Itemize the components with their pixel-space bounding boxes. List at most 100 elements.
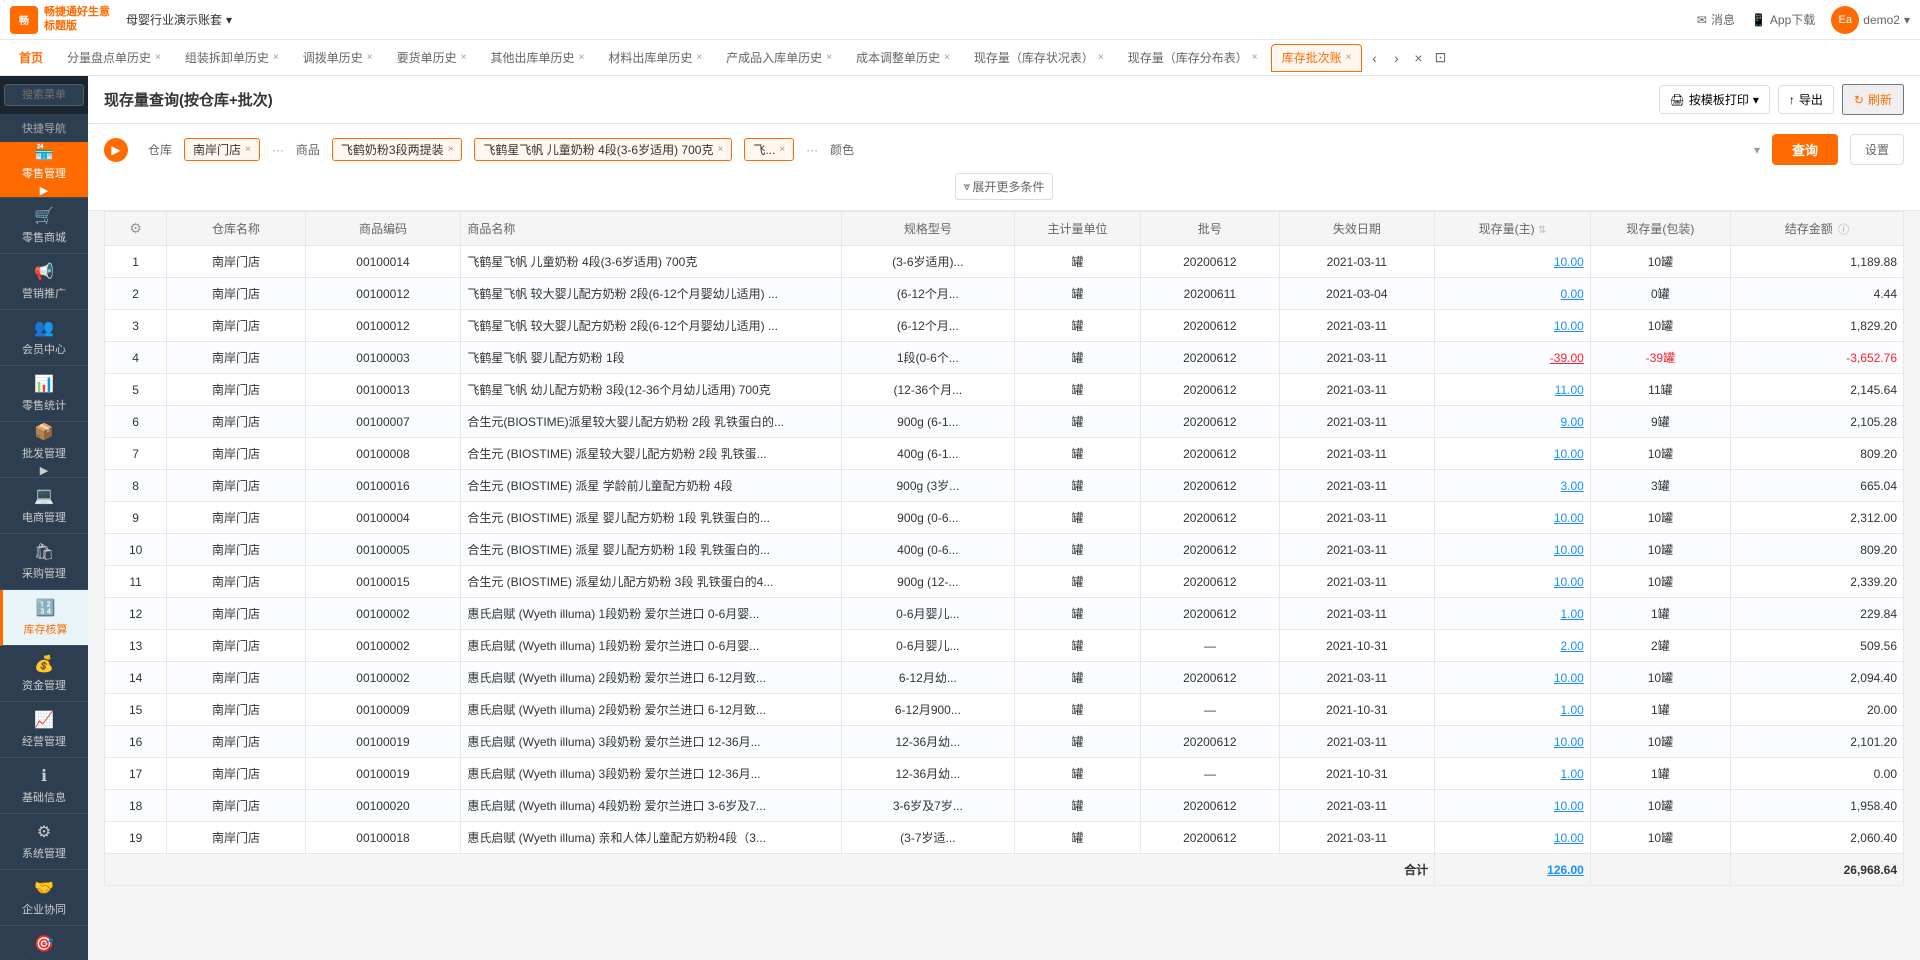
tab-8[interactable]: 成本调整单历史 ×	[845, 44, 961, 72]
tab-close-icon[interactable]: ×	[1346, 52, 1352, 63]
finance-icon: 💰	[34, 654, 54, 674]
tab-10[interactable]: 现存量（库存分布表） ×	[1117, 44, 1269, 72]
goods-tag-2-close[interactable]: ×	[717, 144, 723, 155]
tab-close-icon[interactable]: ×	[826, 52, 832, 63]
sidebar-item-guide[interactable]: 🎯 新手引导	[0, 926, 88, 960]
tab-5[interactable]: 其他出库单历史 ×	[479, 44, 595, 72]
expand-more-btn[interactable]: ⩔ 展开更多条件	[955, 173, 1054, 200]
tab-home[interactable]: 首页	[8, 44, 54, 72]
row-qty[interactable]: 1.00	[1435, 598, 1591, 630]
footer-total-qty[interactable]: 126.00	[1435, 854, 1591, 886]
tab-2[interactable]: 组装拆卸单历史 ×	[174, 44, 290, 72]
row-qty[interactable]: 1.00	[1435, 694, 1591, 726]
row-name: 飞鹤星飞帆 儿童奶粉 4段(3-6岁适用) 700克	[461, 246, 842, 278]
sidebar-item-basic-info[interactable]: ℹ 基础信息	[0, 758, 88, 814]
search-input[interactable]	[4, 84, 84, 106]
message-btn[interactable]: ✉ 消息	[1697, 11, 1735, 28]
row-amount: 2,312.00	[1730, 502, 1903, 534]
sidebar-item-inventory[interactable]: 🔢 库存核算	[0, 590, 88, 646]
tab-close-icon[interactable]: ×	[461, 52, 467, 63]
row-qty[interactable]: 9.00	[1435, 406, 1591, 438]
setting-btn[interactable]: 设置	[1850, 134, 1904, 165]
tab-close-icon[interactable]: ×	[273, 52, 279, 63]
tab-close-all[interactable]: ×	[1408, 48, 1428, 68]
sidebar-item-purchase[interactable]: 🛍 采购管理	[0, 534, 88, 590]
goods-tag-3: 飞... ×	[744, 138, 794, 161]
tab-nav-prev[interactable]: ‹	[1364, 48, 1384, 68]
tab-close-icon[interactable]: ×	[944, 52, 950, 63]
sidebar-item-retail-stats[interactable]: 📊 零售统计	[0, 366, 88, 422]
row-qty[interactable]: 10.00	[1435, 534, 1591, 566]
row-qty[interactable]: 10.00	[1435, 310, 1591, 342]
row-qty[interactable]: 10.00	[1435, 726, 1591, 758]
tab-9[interactable]: 现存量（库存状况表） ×	[963, 44, 1115, 72]
top-header: 畅 畅捷通好生意 标题版 母婴行业演示账套 ▾ ✉ 消息 📱 App下载 Ea …	[0, 0, 1920, 40]
row-name: 飞鹤星飞帆 较大婴儿配方奶粉 2段(6-12个月婴幼儿适用) ...	[461, 278, 842, 310]
row-qty[interactable]: 1.00	[1435, 758, 1591, 790]
row-qty[interactable]: 3.00	[1435, 470, 1591, 502]
sidebar-item-finance[interactable]: 💰 资金管理	[0, 646, 88, 702]
filter-expand-toggle[interactable]: ▶	[104, 138, 128, 162]
row-qty[interactable]: 10.00	[1435, 662, 1591, 694]
sort-icon[interactable]: ⇅	[1538, 225, 1546, 236]
tab-label: 现存量（库存状况表）	[974, 49, 1094, 66]
sidebar-item-label: 电商管理	[22, 509, 66, 525]
tab-close-icon[interactable]: ×	[1098, 52, 1104, 63]
sidebar-item-label: 零售统计	[22, 397, 66, 413]
sidebar-item-operations[interactable]: 📈 经营管理	[0, 702, 88, 758]
tab-3[interactable]: 调拨单历史 ×	[292, 44, 384, 72]
goods-tag-3-close[interactable]: ×	[779, 144, 785, 155]
row-qty[interactable]: 10.00	[1435, 790, 1591, 822]
row-batch: —	[1141, 694, 1279, 726]
sidebar-item-marketing[interactable]: 📢 营销推广	[0, 254, 88, 310]
row-qty[interactable]: -39.00	[1435, 342, 1591, 374]
tab-1[interactable]: 分量盘点单历史 ×	[56, 44, 172, 72]
tab-close-icon[interactable]: ×	[578, 52, 584, 63]
sidebar-item-retail-mall[interactable]: 🛒 零售商城	[0, 198, 88, 254]
row-qty[interactable]: 11.00	[1435, 374, 1591, 406]
refresh-btn[interactable]: ↻ 刷新	[1842, 84, 1904, 115]
sidebar-item-member[interactable]: 👥 会员中心	[0, 310, 88, 366]
sidebar-item-ecommerce[interactable]: 💻 电商管理	[0, 478, 88, 534]
sidebar-item-wholesale[interactable]: 📦 批发管理 ▶	[0, 422, 88, 478]
row-qty[interactable]: 10.00	[1435, 246, 1591, 278]
warehouse-more-btn[interactable]: ···	[272, 143, 284, 157]
goods-more-btn[interactable]: ···	[806, 143, 818, 157]
query-btn[interactable]: 查询	[1772, 134, 1838, 165]
row-qty[interactable]: 10.00	[1435, 502, 1591, 534]
data-table: ⚙ 仓库名称 商品编码 商品名称 规格型号	[104, 211, 1904, 886]
user-area[interactable]: Ea demo2 ▾	[1831, 6, 1910, 34]
sidebar-item-retail-mgmt[interactable]: 🏪 零售管理 ▶	[0, 142, 88, 198]
row-qty[interactable]: 0.00	[1435, 278, 1591, 310]
sidebar-item-system[interactable]: ⚙ 系统管理	[0, 814, 88, 870]
row-warehouse: 南岸门店	[167, 438, 305, 470]
export-btn[interactable]: ↑ 导出	[1778, 85, 1834, 114]
app-download-btn[interactable]: 📱 App下载	[1751, 11, 1815, 28]
tab-nav-next[interactable]: ›	[1386, 48, 1406, 68]
color-dropdown-icon[interactable]: ▾	[1754, 143, 1760, 157]
tab-6[interactable]: 材料出库单历史 ×	[597, 44, 713, 72]
tab-menu[interactable]: ⊡	[1430, 48, 1450, 68]
print-btn[interactable]: 🖨 按模板打印 ▾	[1659, 85, 1770, 114]
row-expire: 2021-10-31	[1279, 694, 1435, 726]
goods-tag-1-close[interactable]: ×	[448, 144, 454, 155]
row-qty[interactable]: 10.00	[1435, 438, 1591, 470]
tab-close-icon[interactable]: ×	[367, 52, 373, 63]
info-icon[interactable]: ⓘ	[1838, 224, 1849, 236]
row-warehouse: 南岸门店	[167, 374, 305, 406]
workspace-selector[interactable]: 母婴行业演示账套 ▾	[126, 11, 232, 28]
sidebar-item-enterprise[interactable]: 🤝 企业协同	[0, 870, 88, 926]
page-actions: 🖨 按模板打印 ▾ ↑ 导出 ↻ 刷新	[1659, 84, 1904, 115]
tab-11[interactable]: 库存批次账 ×	[1271, 44, 1363, 72]
tab-close-icon[interactable]: ×	[1252, 52, 1258, 63]
row-qty[interactable]: 2.00	[1435, 630, 1591, 662]
tab-close-icon[interactable]: ×	[155, 52, 161, 63]
settings-icon[interactable]: ⚙	[129, 220, 142, 236]
row-qty[interactable]: 10.00	[1435, 822, 1591, 854]
row-qty[interactable]: 10.00	[1435, 566, 1591, 598]
warehouse-tag-close[interactable]: ×	[245, 144, 251, 155]
tab-4[interactable]: 要货单历史 ×	[386, 44, 478, 72]
tab-7[interactable]: 产成品入库单历史 ×	[715, 44, 843, 72]
tab-close-icon[interactable]: ×	[696, 52, 702, 63]
row-expire: 2021-03-11	[1279, 662, 1435, 694]
